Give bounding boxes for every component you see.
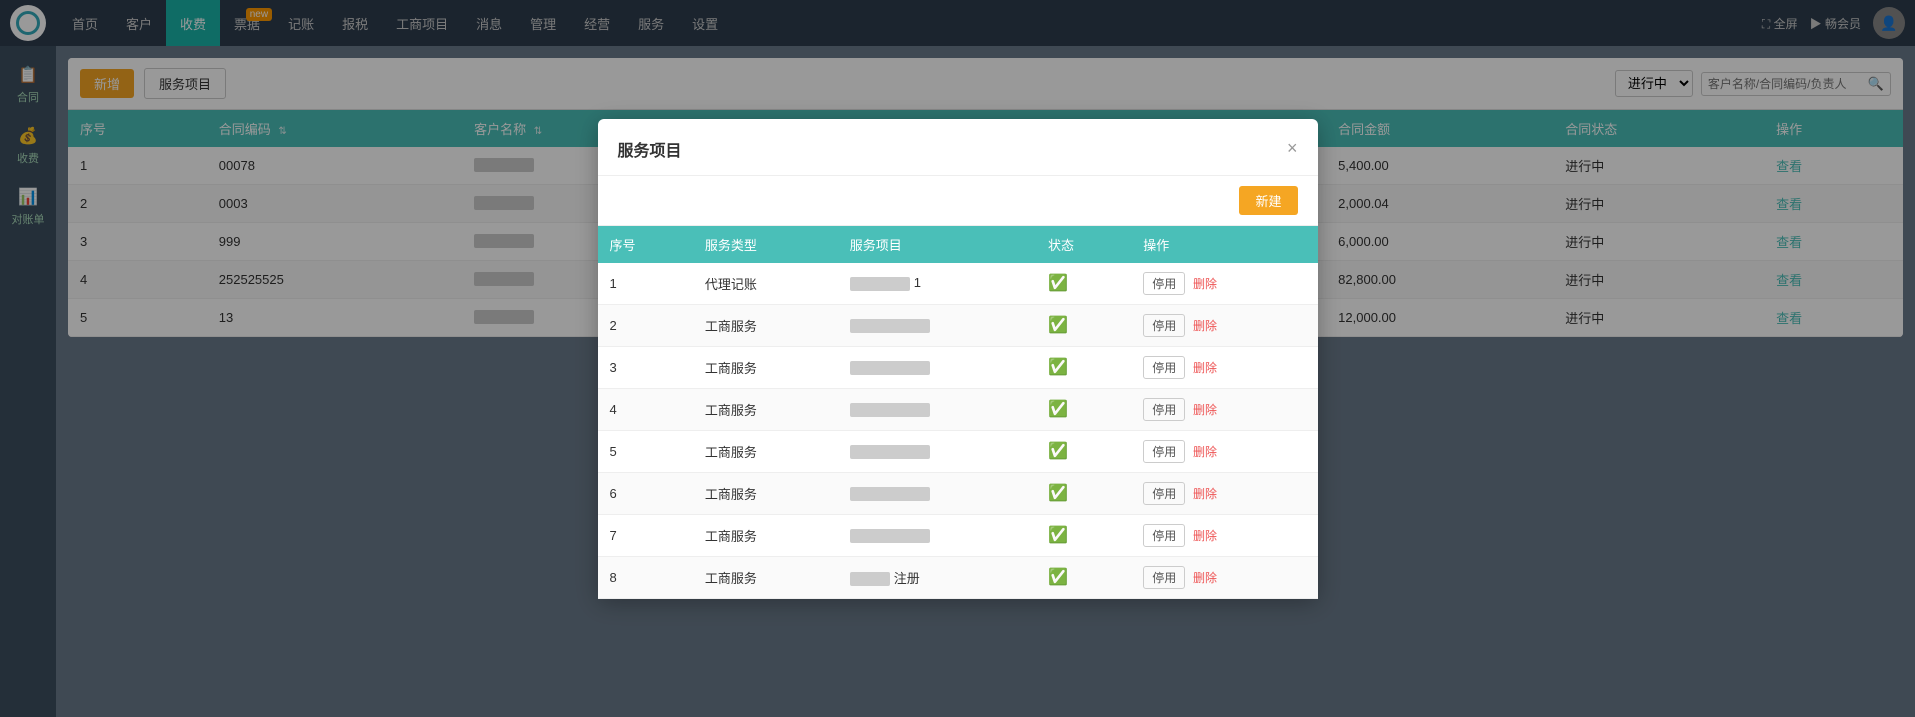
modal-cell-item: 1 [838,263,1036,305]
modal-header: 服务项目 × [598,119,1318,176]
modal-table-row: 1 代理记账 1 ✅ 停用 删除 [598,263,1318,305]
modal-cell-seq: 1 [598,263,693,305]
modal-cell-action[interactable]: 停用 删除 [1131,556,1317,598]
modal-table-row: 4 工商服务 ✅ 停用 删除 [598,388,1318,430]
service-items-table: 序号 服务类型 服务项目 状态 操作 1 代理记账 1 ✅ 停用 删除 2 工商… [598,226,1318,599]
status-check-icon: ✅ [1048,527,1068,544]
modal-cell-action[interactable]: 停用 删除 [1131,430,1317,472]
modal-cell-item [838,430,1036,472]
modal-col-type: 服务类型 [693,226,838,263]
modal-cell-type: 代理记账 [693,263,838,305]
modal: 服务项目 × 新建 序号 服务类型 服务项目 状态 操作 1 [598,119,1318,599]
modal-cell-status: ✅ [1036,388,1131,430]
modal-cell-type: 工商服务 [693,346,838,388]
modal-table-row: 7 工商服务 ✅ 停用 删除 [598,514,1318,556]
modal-cell-status: ✅ [1036,472,1131,514]
delete-button[interactable]: 删除 [1193,569,1217,586]
modal-cell-type: 工商服务 [693,304,838,346]
modal-col-action: 操作 [1131,226,1317,263]
modal-cell-seq: 3 [598,346,693,388]
delete-button[interactable]: 删除 [1193,443,1217,460]
modal-cell-status: ✅ [1036,556,1131,598]
modal-cell-seq: 5 [598,430,693,472]
modal-cell-status: ✅ [1036,346,1131,388]
modal-cell-item [838,514,1036,556]
modal-cell-action[interactable]: 停用 删除 [1131,346,1317,388]
delete-button[interactable]: 删除 [1193,401,1217,418]
modal-cell-seq: 8 [598,556,693,598]
modal-cell-seq: 6 [598,472,693,514]
modal-cell-type: 工商服务 [693,514,838,556]
modal-cell-type: 工商服务 [693,472,838,514]
modal-cell-status: ✅ [1036,304,1131,346]
delete-button[interactable]: 删除 [1193,485,1217,502]
modal-overlay[interactable]: 服务项目 × 新建 序号 服务类型 服务项目 状态 操作 1 [0,0,1915,717]
status-check-icon: ✅ [1048,485,1068,502]
status-check-icon: ✅ [1048,569,1068,586]
modal-cell-action[interactable]: 停用 删除 [1131,304,1317,346]
modal-body: 序号 服务类型 服务项目 状态 操作 1 代理记账 1 ✅ 停用 删除 2 工商… [598,226,1318,599]
modal-cell-item [838,304,1036,346]
stop-button[interactable]: 停用 [1143,398,1185,421]
stop-button[interactable]: 停用 [1143,566,1185,589]
delete-button[interactable]: 删除 [1193,275,1217,292]
modal-cell-seq: 7 [598,514,693,556]
modal-cell-item [838,346,1036,388]
modal-close-button[interactable]: × [1287,138,1298,159]
delete-button[interactable]: 删除 [1193,527,1217,544]
status-check-icon: ✅ [1048,443,1068,460]
modal-cell-item [838,388,1036,430]
modal-col-item: 服务项目 [838,226,1036,263]
modal-cell-action[interactable]: 停用 删除 [1131,472,1317,514]
stop-button[interactable]: 停用 [1143,356,1185,379]
modal-table-row: 2 工商服务 ✅ 停用 删除 [598,304,1318,346]
modal-new-button[interactable]: 新建 [1239,186,1297,215]
modal-cell-item [838,472,1036,514]
modal-table-row: 5 工商服务 ✅ 停用 删除 [598,430,1318,472]
stop-button[interactable]: 停用 [1143,440,1185,463]
stop-button[interactable]: 停用 [1143,272,1185,295]
status-check-icon: ✅ [1048,359,1068,376]
modal-cell-type: 工商服务 [693,388,838,430]
modal-toolbar: 新建 [598,176,1318,226]
status-check-icon: ✅ [1048,401,1068,418]
status-check-icon: ✅ [1048,275,1068,292]
modal-cell-action[interactable]: 停用 删除 [1131,514,1317,556]
stop-button[interactable]: 停用 [1143,314,1185,337]
modal-table-body: 1 代理记账 1 ✅ 停用 删除 2 工商服务 ✅ 停用 删除 3 工商服务 ✅… [598,263,1318,599]
modal-cell-type: 工商服务 [693,556,838,598]
modal-cell-status: ✅ [1036,430,1131,472]
modal-cell-status: ✅ [1036,514,1131,556]
status-check-icon: ✅ [1048,317,1068,334]
modal-cell-status: ✅ [1036,263,1131,305]
stop-button[interactable]: 停用 [1143,524,1185,547]
modal-cell-action[interactable]: 停用 删除 [1131,388,1317,430]
modal-table-row: 3 工商服务 ✅ 停用 删除 [598,346,1318,388]
modal-cell-seq: 4 [598,388,693,430]
stop-button[interactable]: 停用 [1143,482,1185,505]
modal-table-row: 6 工商服务 ✅ 停用 删除 [598,472,1318,514]
delete-button[interactable]: 删除 [1193,359,1217,376]
modal-title: 服务项目 [618,137,682,161]
modal-cell-type: 工商服务 [693,430,838,472]
delete-button[interactable]: 删除 [1193,317,1217,334]
modal-table-header: 序号 服务类型 服务项目 状态 操作 [598,226,1318,263]
modal-cell-item: 注册 [838,556,1036,598]
modal-cell-seq: 2 [598,304,693,346]
modal-table-row: 8 工商服务 注册 ✅ 停用 删除 [598,556,1318,598]
modal-col-status: 状态 [1036,226,1131,263]
modal-col-seq: 序号 [598,226,693,263]
modal-cell-action[interactable]: 停用 删除 [1131,263,1317,305]
